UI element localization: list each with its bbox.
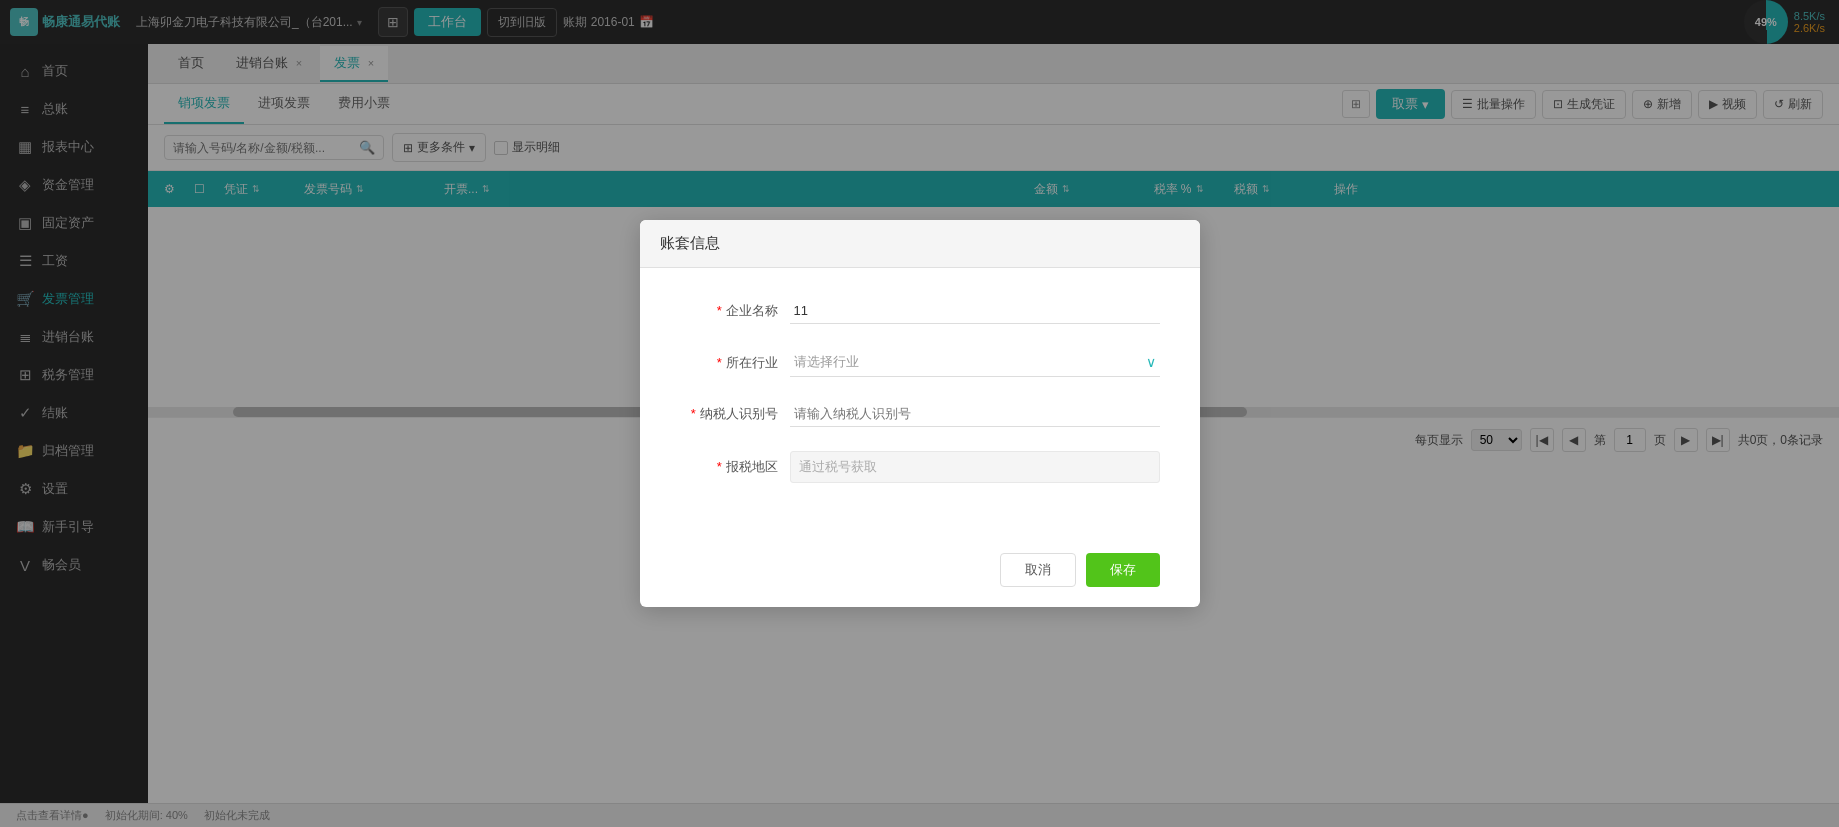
company-name-label: * 企业名称 <box>680 302 790 320</box>
modal-footer: 取消 保存 <box>640 537 1200 607</box>
tax-region-display: 通过税号获取 <box>790 451 1160 483</box>
save-button[interactable]: 保存 <box>1086 553 1160 587</box>
tax-id-label-text: 纳税人识别号 <box>700 406 778 421</box>
form-row-tax-id: * 纳税人识别号 <box>680 401 1160 427</box>
tax-id-label: * 纳税人识别号 <box>680 405 790 423</box>
industry-placeholder: 请选择行业 <box>794 353 1146 371</box>
form-row-company: * 企业名称 <box>680 298 1160 324</box>
modal-body: * 企业名称 * 所在行业 请选择行业 ∨ * 纳 <box>640 268 1200 537</box>
modal-box: 账套信息 * 企业名称 * 所在行业 请选择行业 ∨ <box>640 220 1200 607</box>
modal-header: 账套信息 <box>640 220 1200 268</box>
required-star3: * <box>691 406 696 421</box>
required-star4: * <box>717 459 722 474</box>
industry-label-text: 所在行业 <box>726 355 778 370</box>
tax-region-label: * 报税地区 <box>680 458 790 476</box>
tax-id-input[interactable] <box>790 401 1160 427</box>
tax-region-label-text: 报税地区 <box>726 459 778 474</box>
modal-title: 账套信息 <box>660 234 720 251</box>
form-row-tax-region: * 报税地区 通过税号获取 <box>680 451 1160 483</box>
required-star2: * <box>717 355 722 370</box>
form-row-industry: * 所在行业 请选择行业 ∨ <box>680 348 1160 377</box>
modal-overlay[interactable]: 账套信息 * 企业名称 * 所在行业 请选择行业 ∨ <box>0 0 1839 827</box>
industry-chevron-icon: ∨ <box>1146 354 1156 370</box>
company-name-label-text: 企业名称 <box>726 303 778 318</box>
industry-select[interactable]: 请选择行业 ∨ <box>790 348 1160 377</box>
tax-region-placeholder: 通过税号获取 <box>799 459 877 474</box>
company-name-input[interactable] <box>790 298 1160 324</box>
cancel-button[interactable]: 取消 <box>1000 553 1076 587</box>
industry-label: * 所在行业 <box>680 354 790 372</box>
required-star: * <box>717 303 722 318</box>
